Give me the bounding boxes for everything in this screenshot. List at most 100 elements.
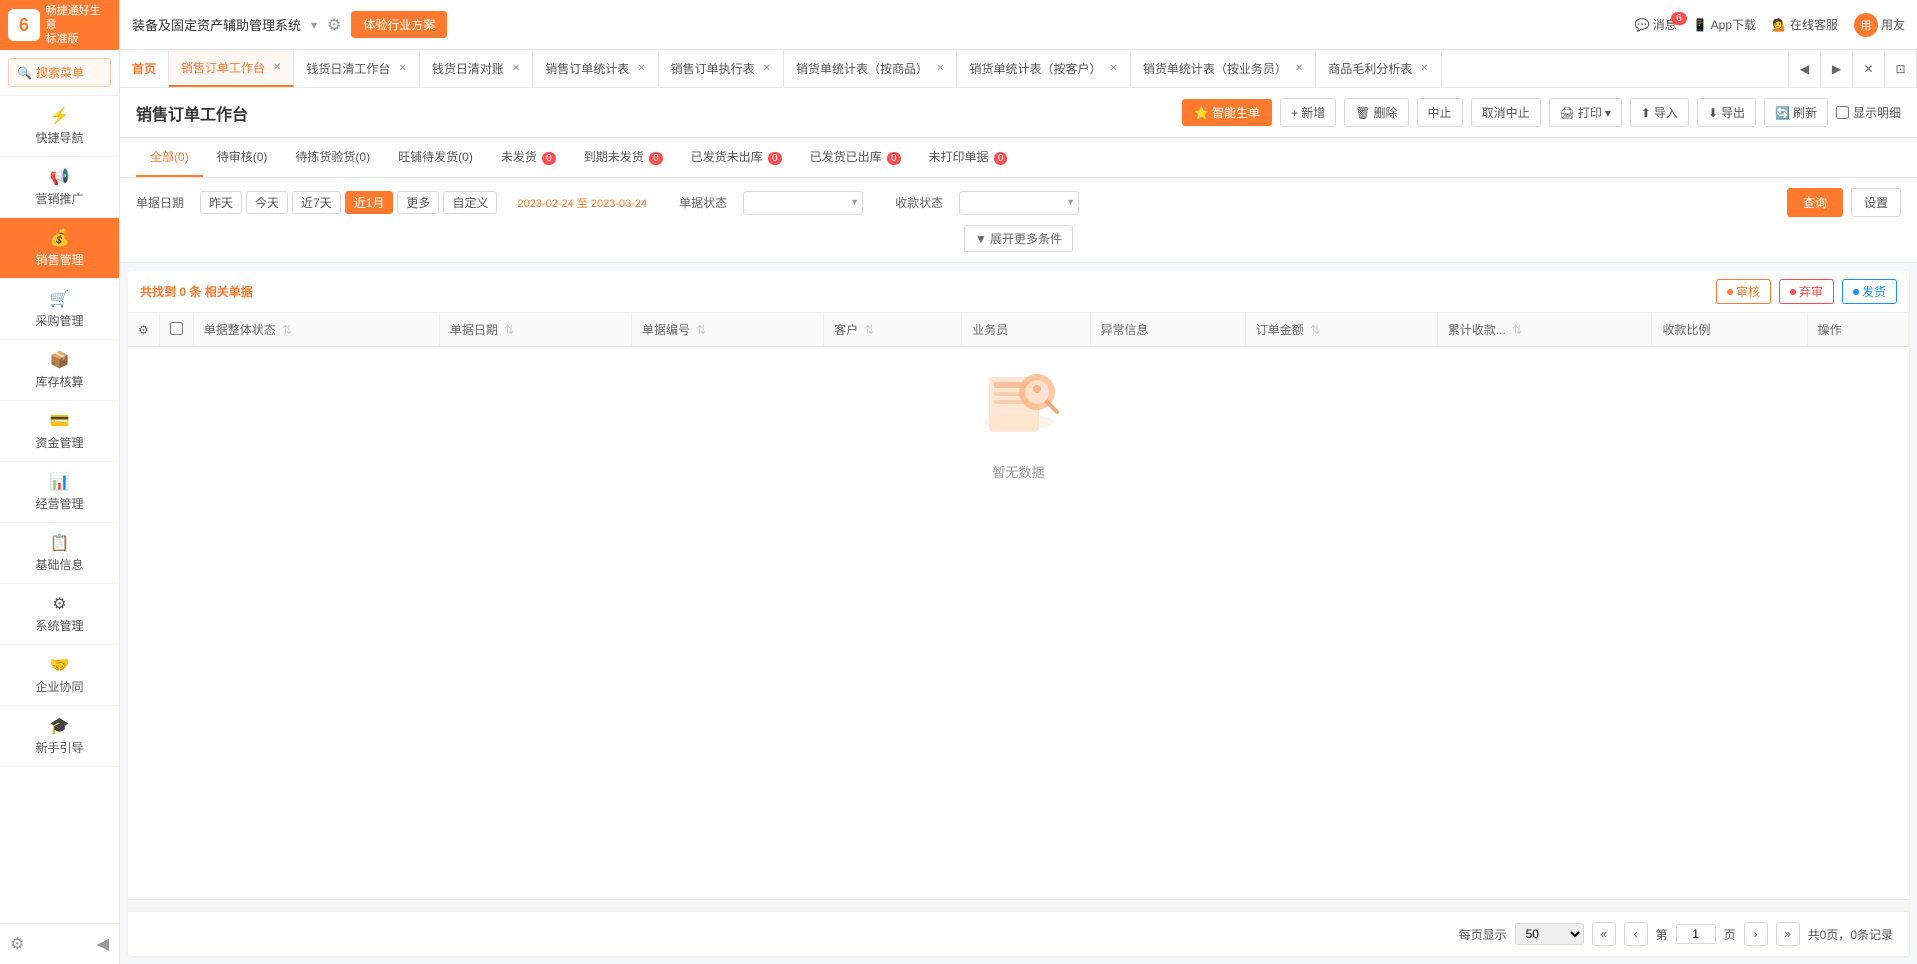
last-page-btn[interactable]: »	[1776, 922, 1800, 946]
sidebar-item-system[interactable]: ⚙ 系统管理	[0, 584, 119, 645]
review-btn[interactable]: 审核	[1716, 279, 1771, 304]
tab-close-sales-sum-product[interactable]: ✕	[936, 63, 944, 74]
sub-tab-wangpu-pending[interactable]: 旺铺待发货(0)	[384, 138, 487, 177]
tab-close-sales-sum-staff[interactable]: ✕	[1295, 63, 1303, 74]
col-settings[interactable]: ⚙	[128, 313, 159, 347]
sidebar-item-operation[interactable]: 📊 经营管理	[0, 462, 119, 523]
tab-close-margin-analysis[interactable]: ✕	[1420, 63, 1428, 74]
not-shipped-badge: 0	[542, 152, 556, 165]
dereview-btn[interactable]: 弃审	[1779, 279, 1834, 304]
user-menu[interactable]: 用 用友	[1854, 13, 1905, 37]
set-btn[interactable]: 设置	[1851, 188, 1901, 217]
sidebar-item-guide[interactable]: 🎓 新手引导	[0, 706, 119, 767]
sub-tab-pending-inspect[interactable]: 待拣货验货(0)	[281, 138, 384, 177]
sidebar-collapse-icon[interactable]: ◀	[97, 934, 109, 954]
header-gear-icon[interactable]: ⚙	[327, 15, 341, 35]
tab-close-sales-sum-customer[interactable]: ✕	[1109, 63, 1117, 74]
sub-tab-overdue-not-shipped[interactable]: 到期未发货 0	[570, 138, 677, 177]
new-btn[interactable]: + 新增	[1280, 98, 1336, 127]
tab-sales-sum-staff[interactable]: 销货单统计表（按业务员） ✕	[1131, 50, 1316, 87]
tab-cash-daily[interactable]: 钱货日清工作台 ✕	[294, 50, 419, 87]
tab-close-sales-workbench[interactable]: ✕	[273, 62, 281, 73]
tab-sales-exec[interactable]: 销售订单执行表 ✕	[659, 50, 784, 87]
sub-tab-shipped-not-out[interactable]: 已发货未出库 0	[677, 138, 796, 177]
print-btn[interactable]: 🖨 打印 ▾	[1549, 98, 1622, 127]
date-today-btn[interactable]: 今天	[246, 191, 288, 214]
import-btn[interactable]: ⬆ 导入	[1630, 98, 1689, 127]
collect-select[interactable]	[959, 191, 1079, 215]
sidebar-item-purchase[interactable]: 🛒 采购管理	[0, 279, 119, 340]
sidebar-item-inventory[interactable]: 📦 库存核算	[0, 340, 119, 401]
date-yesterday-btn[interactable]: 昨天	[200, 191, 242, 214]
sidebar-item-quick-nav[interactable]: ⚡ 快捷导航	[0, 96, 119, 157]
message-btn[interactable]: 💬 6 消息	[1635, 16, 1677, 33]
sidebar-settings-icon[interactable]: ⚙	[10, 934, 24, 954]
show-detail-checkbox[interactable]	[1836, 106, 1849, 119]
sidebar-item-finance[interactable]: 💳 资金管理	[0, 401, 119, 462]
tab-close-all-btn[interactable]: ✕	[1853, 50, 1885, 88]
stop-btn[interactable]: 中止	[1417, 98, 1463, 127]
app-download-btn[interactable]: 📱 App下载	[1693, 16, 1756, 33]
header-dropdown-icon[interactable]: ▾	[311, 18, 317, 32]
sidebar-item-base-info[interactable]: 📋 基础信息	[0, 523, 119, 584]
col-collected[interactable]: 累计收款... ⇅	[1437, 313, 1652, 347]
next-page-btn[interactable]: ›	[1744, 922, 1768, 946]
cancel-stop-btn[interactable]: 取消中止	[1471, 98, 1541, 127]
col-date[interactable]: 单据日期 ⇅	[439, 313, 631, 347]
tab-close-sales-stats[interactable]: ✕	[637, 63, 645, 74]
sidebar-item-marketing[interactable]: 📢 营销推广	[0, 157, 119, 218]
sub-tab-pending-review[interactable]: 待审核(0)	[203, 138, 282, 177]
tab-sales-stats[interactable]: 销售订单统计表 ✕	[533, 50, 658, 87]
page-size-select[interactable]: 50 10 20 100	[1515, 923, 1584, 945]
tab-next-btn[interactable]: ▶	[1821, 50, 1853, 88]
smart-gen-btn[interactable]: ⭐ 智能生单	[1182, 99, 1272, 126]
industry-btn[interactable]: 体验行业方案	[351, 11, 447, 38]
tab-sales-sum-product[interactable]: 销货单统计表（按商品） ✕	[784, 50, 957, 87]
avatar-char: 用	[1860, 17, 1871, 33]
empty-illustration	[969, 347, 1069, 450]
tab-home[interactable]: 首页	[120, 50, 169, 87]
prev-page-btn[interactable]: ‹	[1624, 922, 1648, 946]
tab-prev-btn[interactable]: ◀	[1789, 50, 1821, 88]
first-page-btn[interactable]: «	[1592, 922, 1616, 946]
horizontal-scrollbar[interactable]	[128, 899, 1909, 911]
tab-close-cash-reconcile[interactable]: ✕	[512, 63, 520, 74]
tab-close-cash-daily[interactable]: ✕	[398, 63, 406, 74]
sidebar-item-enterprise[interactable]: 🤝 企业协同	[0, 645, 119, 706]
page-number-input[interactable]	[1676, 924, 1716, 944]
purchase-icon: 🛒	[50, 289, 70, 309]
expand-btn[interactable]: ▼ 展开更多条件	[964, 225, 1073, 252]
tab-expand-btn[interactable]: ⊡	[1885, 50, 1917, 88]
tab-close-sales-exec[interactable]: ✕	[763, 63, 771, 74]
sub-tab-all[interactable]: 全部(0)	[136, 138, 203, 177]
delete-btn[interactable]: 🗑 删除	[1344, 98, 1408, 127]
refresh-btn[interactable]: 🔄 刷新	[1764, 98, 1828, 127]
sidebar-item-sales[interactable]: 💰 销售管理	[0, 218, 119, 279]
status-select[interactable]	[743, 191, 863, 215]
table-scroll[interactable]: ⚙ 单据整体状态 ⇅ 单据日期 ⇅	[128, 313, 1909, 899]
online-service-icon: 💁	[1772, 18, 1787, 32]
date-custom-btn[interactable]: 自定义	[443, 191, 497, 214]
sub-tab-not-shipped[interactable]: 未发货 0	[487, 138, 570, 177]
tab-cash-reconcile[interactable]: 钱货日清对账 ✕	[420, 50, 533, 87]
online-service-btn[interactable]: 💁 在线客服	[1772, 16, 1838, 33]
query-btn[interactable]: 查询	[1787, 188, 1843, 217]
select-all-checkbox[interactable]	[170, 322, 183, 335]
col-number[interactable]: 单据编号 ⇅	[632, 313, 824, 347]
tab-sales-sum-customer[interactable]: 销货单统计表（按客户） ✕	[957, 50, 1130, 87]
show-detail-label[interactable]: 显示明细	[1836, 104, 1901, 121]
export-btn[interactable]: ⬇ 导出	[1697, 98, 1756, 127]
tab-sales-workbench[interactable]: 销售订单工作台 ✕	[169, 50, 294, 87]
sidebar-footer: ⚙ ◀	[0, 923, 119, 964]
col-customer[interactable]: 客户 ⇅	[824, 313, 962, 347]
sub-tab-shipped-out[interactable]: 已发货已出库 0	[796, 138, 915, 177]
sub-tab-not-printed[interactable]: 未打印单据 0	[915, 138, 1022, 177]
col-status[interactable]: 单据整体状态 ⇅	[193, 313, 439, 347]
date-1month-btn[interactable]: 近1月	[345, 191, 394, 214]
col-amount[interactable]: 订单金额 ⇅	[1245, 313, 1437, 347]
tab-margin-analysis[interactable]: 商品毛利分析表 ✕	[1316, 50, 1441, 87]
date-more-btn[interactable]: 更多	[397, 191, 439, 214]
search-menu-button[interactable]: 🔍 搜索菜单	[8, 58, 111, 87]
date-7days-btn[interactable]: 近7天	[292, 191, 341, 214]
ship-btn[interactable]: 发货	[1842, 279, 1897, 304]
